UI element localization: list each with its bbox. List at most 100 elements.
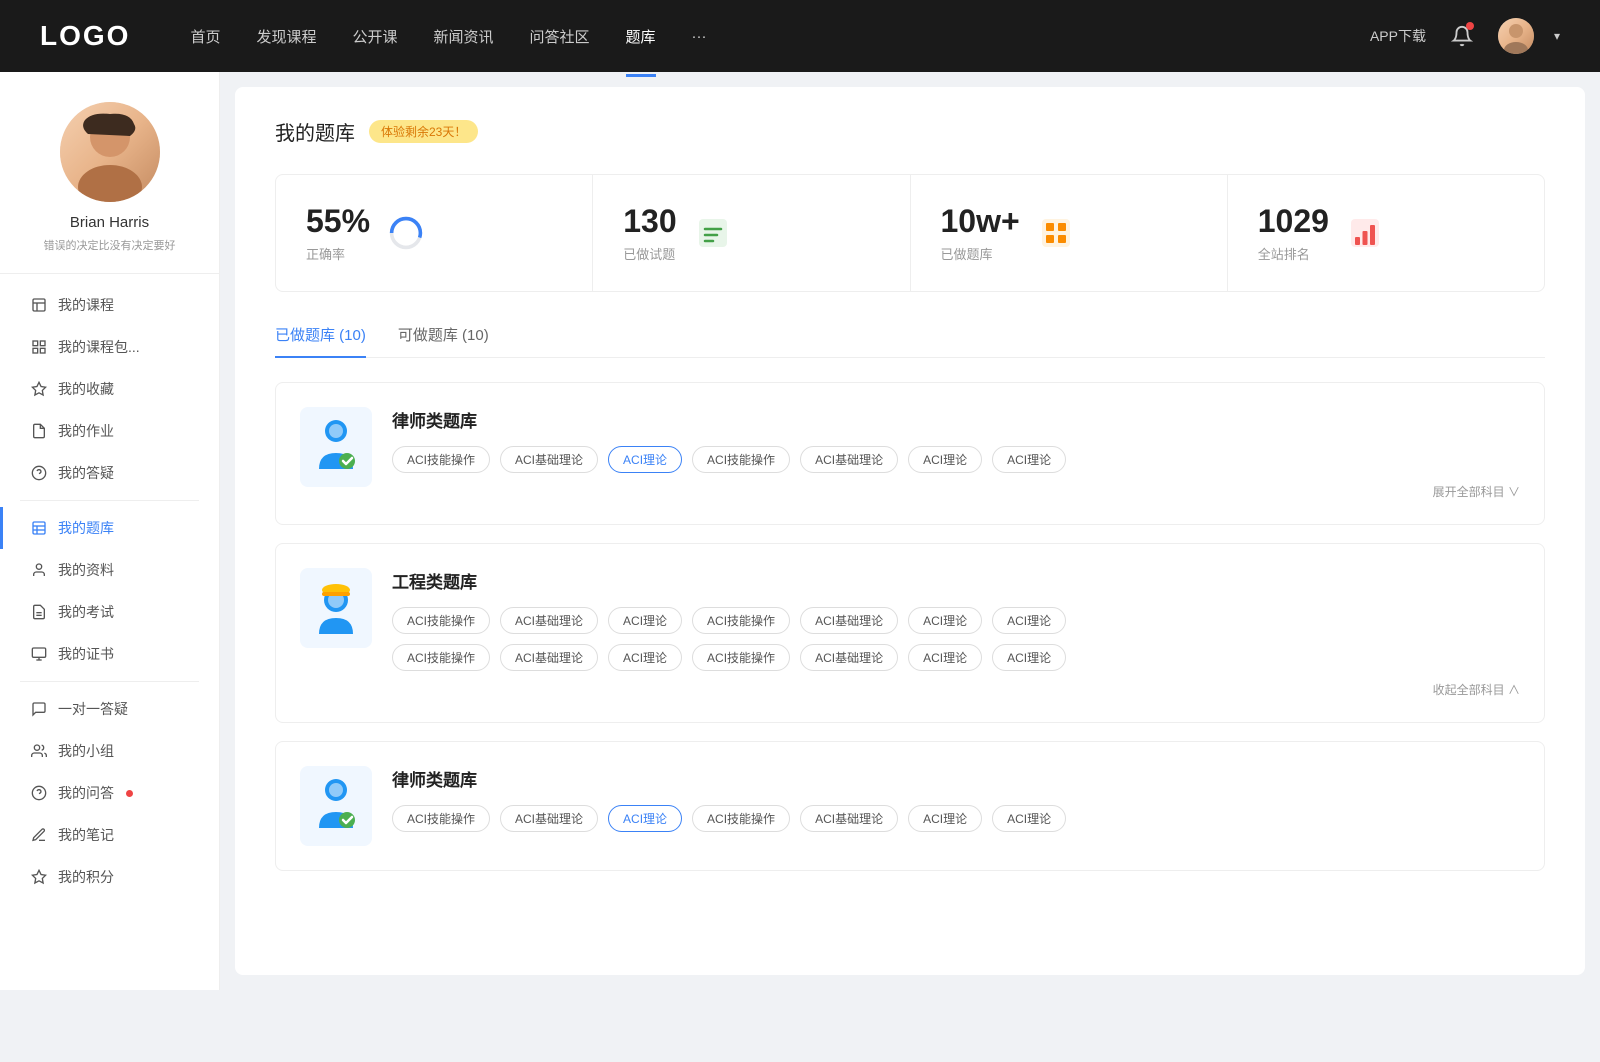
nav-open-course[interactable]: 公开课 (352, 22, 397, 51)
tag[interactable]: ACI基础理论 (800, 644, 898, 671)
tag[interactable]: ACI理论 (908, 607, 982, 634)
sidebar-item-notes[interactable]: 我的笔记 (0, 814, 219, 856)
tag[interactable]: ACI基础理论 (500, 644, 598, 671)
tag[interactable]: ACI技能操作 (692, 446, 790, 473)
collapse-link-engineer[interactable]: 收起全部科目 ∧ (392, 681, 1520, 698)
nav-qbank[interactable]: 题库 (626, 22, 656, 51)
tag[interactable]: ACI理论 (908, 644, 982, 671)
tag[interactable]: ACI技能操作 (392, 446, 490, 473)
tag[interactable]: ACI理论 (908, 446, 982, 473)
sidebar-item-label: 我的问答 (58, 783, 114, 803)
tag[interactable]: ACI理论 (992, 805, 1066, 832)
notification-bell[interactable] (1446, 20, 1478, 52)
tag[interactable]: ACI技能操作 (392, 644, 490, 671)
sidebar-item-profile[interactable]: 我的资料 (0, 549, 219, 591)
sidebar-item-points[interactable]: 我的积分 (0, 856, 219, 898)
sidebar-item-label: 一对一答疑 (58, 699, 128, 719)
app-download-button[interactable]: APP下载 (1370, 26, 1426, 46)
tag-active[interactable]: ACI理论 (608, 805, 682, 832)
tag[interactable]: ACI基础理论 (800, 607, 898, 634)
page-header: 我的题库 体验剩余23天！ (275, 117, 1545, 146)
homework-icon (30, 422, 48, 440)
stat-rank-label: 全站排名 (1258, 244, 1329, 263)
expand-link-lawyer-1[interactable]: 展开全部科目 ∨ (392, 483, 1520, 500)
stat-done-banks-value: 10w+ (941, 203, 1020, 240)
tag-active[interactable]: ACI理论 (608, 446, 682, 473)
qbank-body-engineer: 工程类题库 ACI技能操作 ACI基础理论 ACI理论 ACI技能操作 ACI基… (392, 568, 1520, 698)
tag[interactable]: ACI基础理论 (500, 446, 598, 473)
sidebar-item-1on1[interactable]: 一对一答疑 (0, 688, 219, 730)
page-title: 我的题库 (275, 117, 355, 146)
stat-rank-value: 1029 (1258, 203, 1329, 240)
tag[interactable]: ACI基础理论 (800, 446, 898, 473)
sidebar-item-homework[interactable]: 我的作业 (0, 410, 219, 452)
stat-rank: 1029 全站排名 (1228, 175, 1544, 291)
tag[interactable]: ACI理论 (608, 644, 682, 671)
nav-news[interactable]: 新闻资讯 (434, 22, 494, 51)
nav-discover[interactable]: 发现课程 (256, 22, 316, 51)
logo: LOGO (40, 20, 130, 52)
sidebar-item-certificate[interactable]: 我的证书 (0, 633, 219, 675)
stat-done-questions: 130 已做试题 (593, 175, 910, 291)
tag[interactable]: ACI理论 (992, 644, 1066, 671)
sidebar-avatar (60, 102, 160, 202)
sidebar-item-label: 我的课程 (58, 295, 114, 315)
tags-row-lawyer-2: ACI技能操作 ACI基础理论 ACI理论 ACI技能操作 ACI基础理论 AC… (392, 805, 1520, 832)
tag[interactable]: ACI技能操作 (392, 805, 490, 832)
sidebar-item-group[interactable]: 我的小组 (0, 730, 219, 772)
tag[interactable]: ACI基础理论 (500, 805, 598, 832)
sidebar-username: Brian Harris (70, 214, 149, 231)
sidebar-item-label: 我的作业 (58, 421, 114, 441)
tag[interactable]: ACI技能操作 (692, 607, 790, 634)
stats-row: 55% 正确率 130 已做试题 (275, 174, 1545, 292)
tag[interactable]: ACI理论 (608, 607, 682, 634)
sidebar-item-my-qa[interactable]: 我的答疑 (0, 452, 219, 494)
sidebar-item-my-course[interactable]: 我的课程 (0, 284, 219, 326)
sidebar-item-exam[interactable]: 我的考试 (0, 591, 219, 633)
nav-qa[interactable]: 问答社区 (530, 22, 590, 51)
sidebar-item-label: 我的笔记 (58, 825, 114, 845)
stat-accuracy-label: 正确率 (306, 244, 370, 263)
lawyer-icon-wrap (300, 407, 372, 487)
qbank-body-lawyer-1: 律师类题库 ACI技能操作 ACI基础理论 ACI理论 ACI技能操作 ACI基… (392, 407, 1520, 500)
qbank-title: 律师类题库 (392, 766, 1520, 791)
certificate-icon (30, 645, 48, 663)
tag[interactable]: ACI技能操作 (392, 607, 490, 634)
tag[interactable]: ACI理论 (908, 805, 982, 832)
tags-row-engineer-2: ACI技能操作 ACI基础理论 ACI理论 ACI技能操作 ACI基础理论 AC… (392, 644, 1520, 671)
tag[interactable]: ACI基础理论 (800, 805, 898, 832)
tab-available-banks[interactable]: 可做题库 (10) (398, 324, 489, 357)
accuracy-icon (386, 213, 426, 253)
sidebar-item-qbank[interactable]: 我的题库 (0, 507, 219, 549)
qbank-card-engineer: 工程类题库 ACI技能操作 ACI基础理论 ACI理论 ACI技能操作 ACI基… (275, 543, 1545, 723)
nav-home[interactable]: 首页 (190, 22, 220, 51)
notification-dot (1466, 22, 1474, 30)
stat-accuracy: 55% 正确率 (276, 175, 593, 291)
star-icon (30, 380, 48, 398)
tag[interactable]: ACI技能操作 (692, 805, 790, 832)
tag[interactable]: ACI理论 (992, 446, 1066, 473)
sidebar-item-course-pkg[interactable]: 我的课程包... (0, 326, 219, 368)
main-content: 我的题库 体验剩余23天！ 55% 正确率 (235, 87, 1585, 975)
sidebar-item-myqa[interactable]: 我的问答 (0, 772, 219, 814)
tag[interactable]: ACI基础理论 (500, 607, 598, 634)
tab-done-banks[interactable]: 已做题库 (10) (275, 324, 366, 357)
stat-done-banks-label: 已做题库 (941, 244, 1020, 263)
qbank-title: 律师类题库 (392, 407, 1520, 432)
sidebar-motto: 错误的决定比没有决定要好 (44, 237, 176, 253)
sidebar-profile: Brian Harris 错误的决定比没有决定要好 (0, 102, 219, 274)
sidebar-divider-1 (20, 500, 199, 501)
sidebar-item-label: 我的资料 (58, 560, 114, 580)
questions-icon (693, 213, 733, 253)
qbank-card-lawyer-2: 律师类题库 ACI技能操作 ACI基础理论 ACI理论 ACI技能操作 ACI基… (275, 741, 1545, 871)
tag[interactable]: ACI技能操作 (692, 644, 790, 671)
nav-more[interactable]: ··· (692, 24, 707, 49)
myqa-icon (30, 784, 48, 802)
sidebar-item-favorites[interactable]: 我的收藏 (0, 368, 219, 410)
tag[interactable]: ACI理论 (992, 607, 1066, 634)
navbar: LOGO 首页 发现课程 公开课 新闻资讯 问答社区 题库 ··· APP下载 … (0, 0, 1600, 72)
user-dropdown-icon[interactable]: ▾ (1554, 29, 1560, 43)
user-avatar[interactable] (1498, 18, 1534, 54)
qbank-icon (30, 519, 48, 537)
notes-icon (30, 826, 48, 844)
